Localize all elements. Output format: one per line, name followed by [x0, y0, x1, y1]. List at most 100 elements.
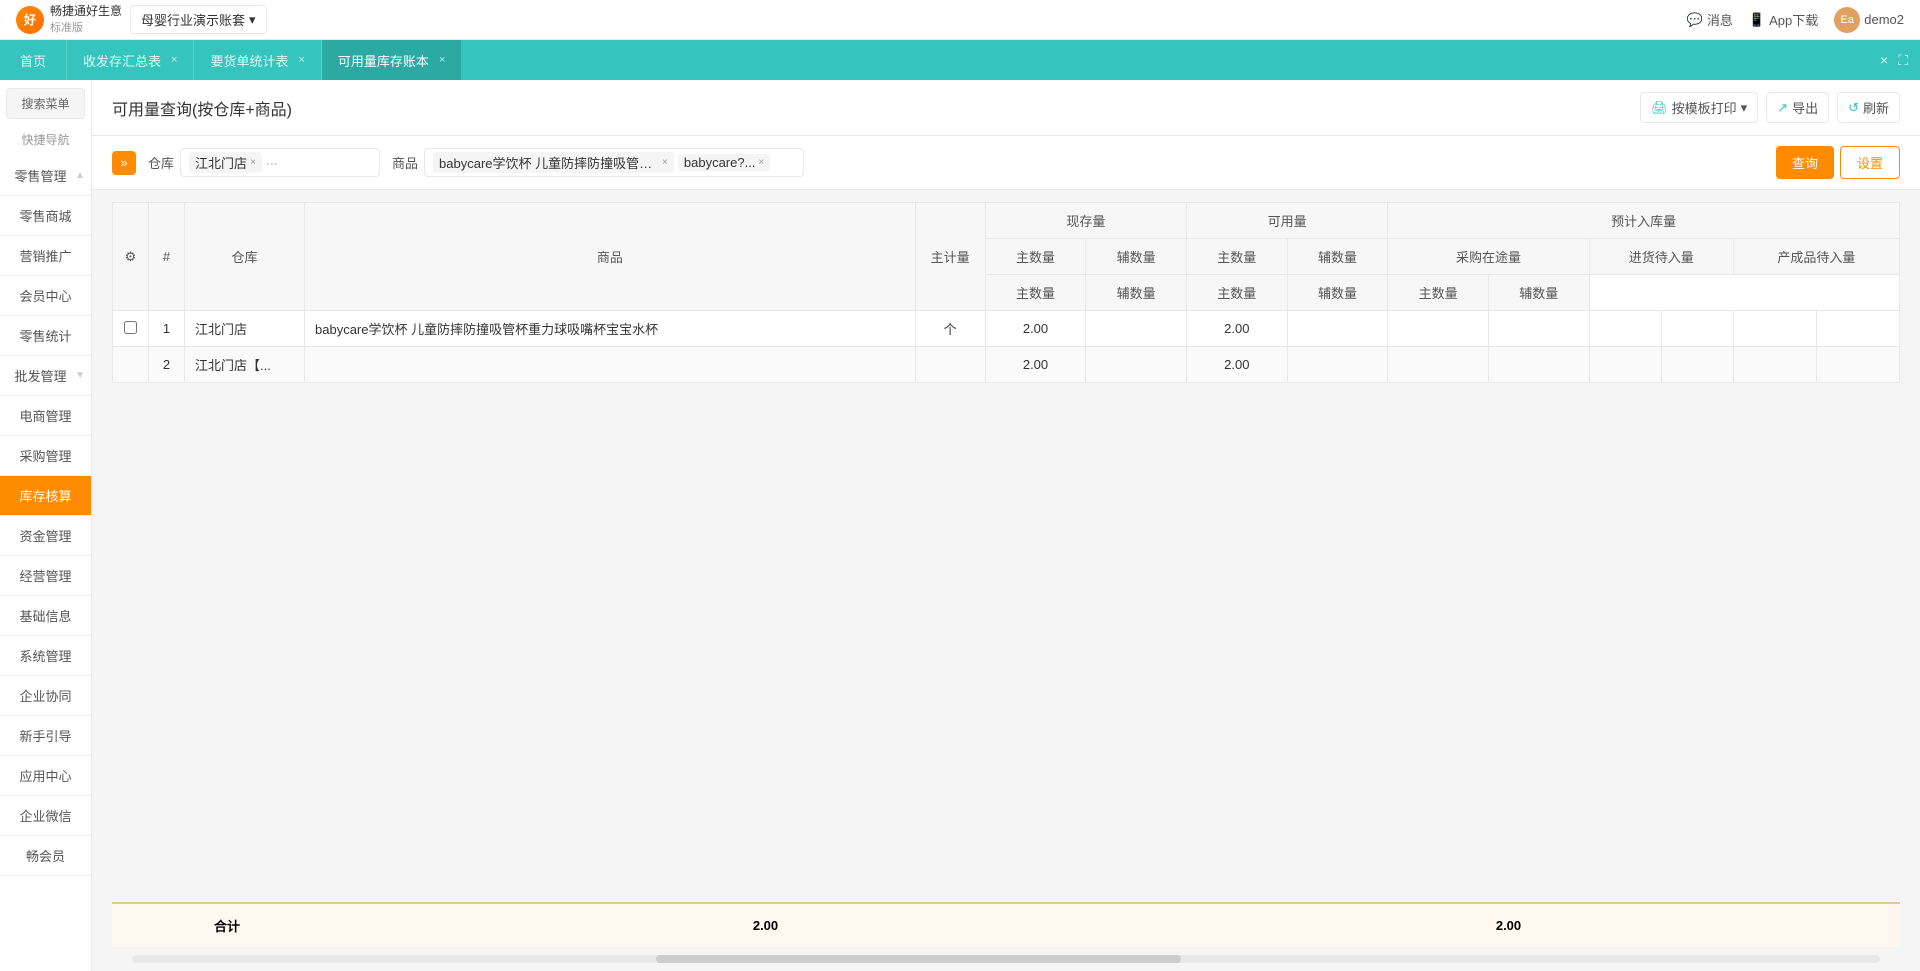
query-btn[interactable]: 查询 — [1776, 146, 1834, 179]
sidebar-item-member2-label: 畅会员 — [6, 846, 85, 865]
sidebar-item-marketing[interactable]: 营销推广 — [0, 236, 91, 276]
sidebar-item-retail-mgmt[interactable]: 零售管理 ▲ — [0, 156, 91, 196]
refresh-btn[interactable]: ↺ 刷新 — [1837, 92, 1900, 123]
sidebar-item-member-label: 会员中心 — [6, 286, 85, 305]
user-menu[interactable]: Ea demo2 — [1834, 7, 1904, 33]
sidebar-item-retail-shop[interactable]: 零售商城 — [0, 196, 91, 236]
refresh-label: 刷新 — [1863, 98, 1889, 117]
chevron-down-icon: ▾ — [249, 12, 256, 28]
filter-more-btn[interactable]: ··· — [266, 156, 278, 170]
content-area: 可用量查询(按仓库+商品) 🖨 按模板打印 ▾ ↗ 导出 ↺ 刷新 — [92, 80, 1920, 971]
logo-text: 畅捷通好生意 — [50, 4, 122, 20]
sidebar-item-basic-info[interactable]: 基础信息 — [0, 596, 91, 636]
top-bar-left: 好 畅捷通好生意 标准版 母婴行业演示账套 ▾ — [16, 4, 267, 36]
main-layout: 搜索菜单 快捷导航 零售管理 ▲ 零售商城 营销推广 会员中心 零售统计 批发管… — [0, 80, 1920, 971]
row1-purchase-aux — [1488, 311, 1589, 347]
sidebar-item-retail-stats-label: 零售统计 — [6, 326, 85, 345]
settings-btn[interactable]: 设置 — [1840, 146, 1900, 179]
th-purchase-main: 主数量 — [985, 275, 1086, 311]
scrollbar-track[interactable] — [132, 955, 1880, 963]
sidebar-item-ecommerce-label: 电商管理 — [6, 406, 85, 425]
product-tag-2-close[interactable]: × — [758, 157, 764, 168]
product-tag-2: babycare?... × — [678, 154, 770, 171]
sidebar-item-purchase[interactable]: 采购管理 — [0, 436, 91, 476]
sidebar-item-app-center[interactable]: 应用中心 — [0, 756, 91, 796]
tab-home[interactable]: 首页 — [0, 40, 67, 80]
sidebar-item-system[interactable]: 系统管理 — [0, 636, 91, 676]
product-tag-2-label: babycare?... — [684, 155, 756, 170]
sidebar-item-wholesale[interactable]: 批发管理 ▼ — [0, 356, 91, 396]
row1-unit: 个 — [915, 311, 985, 347]
nav-tabs: 首页 收发存汇总表 × 要货单统计表 × 可用量库存账本 × × ⛶ — [0, 40, 1920, 80]
product-filter-tags[interactable]: babycare学饮杯 儿童防摔防撞吸管杯重力球吸嘴杯宝宝水杯 × babyca… — [424, 148, 804, 177]
th-current-main: 主数量 — [985, 239, 1086, 275]
tab-inventory[interactable]: 可用量库存账本 × — [322, 40, 462, 80]
page-title: 可用量查询(按仓库+商品) — [112, 96, 292, 120]
sidebar-item-business[interactable]: 经营管理 — [0, 556, 91, 596]
row2-incoming-main — [1589, 347, 1661, 383]
sidebar-item-member[interactable]: 会员中心 — [0, 276, 91, 316]
app-download-btn[interactable]: 📱 App下载 — [1749, 10, 1818, 29]
row1-product-aux — [1816, 311, 1899, 347]
tab-order[interactable]: 要货单统计表 × — [194, 40, 321, 80]
fullscreen-btn[interactable]: ⛶ — [1898, 52, 1908, 69]
th-available-aux: 辅数量 — [1287, 239, 1388, 275]
row2-checkbox[interactable] — [113, 347, 149, 383]
sidebar-item-enterprise-label: 企业协同 — [6, 686, 85, 705]
message-btn[interactable]: 💬 消息 — [1687, 10, 1733, 29]
search-menu-btn[interactable]: 搜索菜单 — [6, 88, 85, 119]
th-settings[interactable]: ⚙ — [113, 203, 149, 311]
sidebar-item-wechat[interactable]: 企业微信 — [0, 796, 91, 836]
sidebar-item-finance[interactable]: 资金管理 — [0, 516, 91, 556]
close-all-btn[interactable]: × — [1880, 52, 1888, 68]
th-warehouse: 仓库 — [185, 203, 305, 311]
export-icon: ↗ — [1777, 100, 1788, 116]
row1-current-main: 2.00 — [985, 311, 1086, 347]
sidebar-item-ecommerce[interactable]: 电商管理 — [0, 396, 91, 436]
sidebar-item-enterprise[interactable]: 企业协同 — [0, 676, 91, 716]
row1-incoming-aux — [1661, 311, 1733, 347]
refresh-icon: ↺ — [1848, 100, 1859, 116]
row1-available-aux — [1287, 311, 1388, 347]
row1-current-aux — [1086, 311, 1187, 347]
row2-incoming-aux — [1661, 347, 1733, 383]
warehouse-tag: 江北门店 × — [189, 152, 262, 173]
row1-checkbox[interactable] — [113, 311, 149, 347]
sidebar-item-retail-stats[interactable]: 零售统计 — [0, 316, 91, 356]
sidebar-item-new-user[interactable]: 新手引导 — [0, 716, 91, 756]
sidebar-item-member2[interactable]: 畅会员 — [0, 836, 91, 876]
sidebar: 搜索菜单 快捷导航 零售管理 ▲ 零售商城 营销推广 会员中心 零售统计 批发管… — [0, 80, 92, 971]
sidebar-item-inventory-check[interactable]: 库存核算 — [0, 476, 91, 516]
filter-actions: 查询 设置 — [1776, 146, 1900, 179]
tab-receipt-close[interactable]: × — [171, 54, 177, 66]
table-row: 1 江北门店 babycare学饮杯 儿童防摔防撞吸管杯重力球吸嘴杯宝宝水杯 个… — [113, 311, 1900, 347]
industry-selector[interactable]: 母婴行业演示账套 ▾ — [130, 5, 267, 34]
download-label: App下载 — [1769, 10, 1818, 29]
quick-nav-btn[interactable]: 快捷导航 — [0, 127, 91, 156]
summary-current-main: 2.00 — [394, 912, 1137, 939]
th-current-aux: 辅数量 — [1086, 239, 1187, 275]
tab-receipt-label: 收发存汇总表 — [83, 51, 161, 70]
filter-expand-btn[interactable]: » — [112, 151, 136, 175]
tab-order-close[interactable]: × — [298, 54, 304, 66]
warehouse-filter-tags[interactable]: 江北门店 × ··· — [180, 148, 380, 177]
tab-inventory-close[interactable]: × — [439, 54, 445, 66]
top-bar-right: 💬 消息 📱 App下载 Ea demo2 — [1687, 7, 1904, 33]
row2-available-aux — [1287, 347, 1388, 383]
summary-unit-empty — [324, 912, 394, 939]
th-available-main: 主数量 — [1186, 239, 1287, 275]
expand-icon: » — [120, 155, 127, 170]
tab-order-label: 要货单统计表 — [210, 51, 288, 70]
export-btn[interactable]: ↗ 导出 — [1766, 92, 1829, 123]
scrollbar-thumb[interactable] — [656, 955, 1180, 963]
row1-product: babycare学饮杯 儿童防摔防撞吸管杯重力球吸嘴杯宝宝水杯 — [305, 311, 916, 347]
tab-receipt[interactable]: 收发存汇总表 × — [67, 40, 194, 80]
template-print-btn[interactable]: 🖨 按模板打印 ▾ — [1640, 92, 1758, 123]
chevron-down-icon-print: ▾ — [1741, 100, 1748, 116]
warehouse-tag-close[interactable]: × — [250, 157, 256, 168]
product-tag-1-close[interactable]: × — [662, 157, 668, 168]
row1-available-main: 2.00 — [1186, 311, 1287, 347]
summary-table: 合计 2.00 2.00 — [132, 912, 1880, 939]
logo-icon: 好 — [16, 6, 44, 34]
row1-check[interactable] — [124, 321, 137, 334]
